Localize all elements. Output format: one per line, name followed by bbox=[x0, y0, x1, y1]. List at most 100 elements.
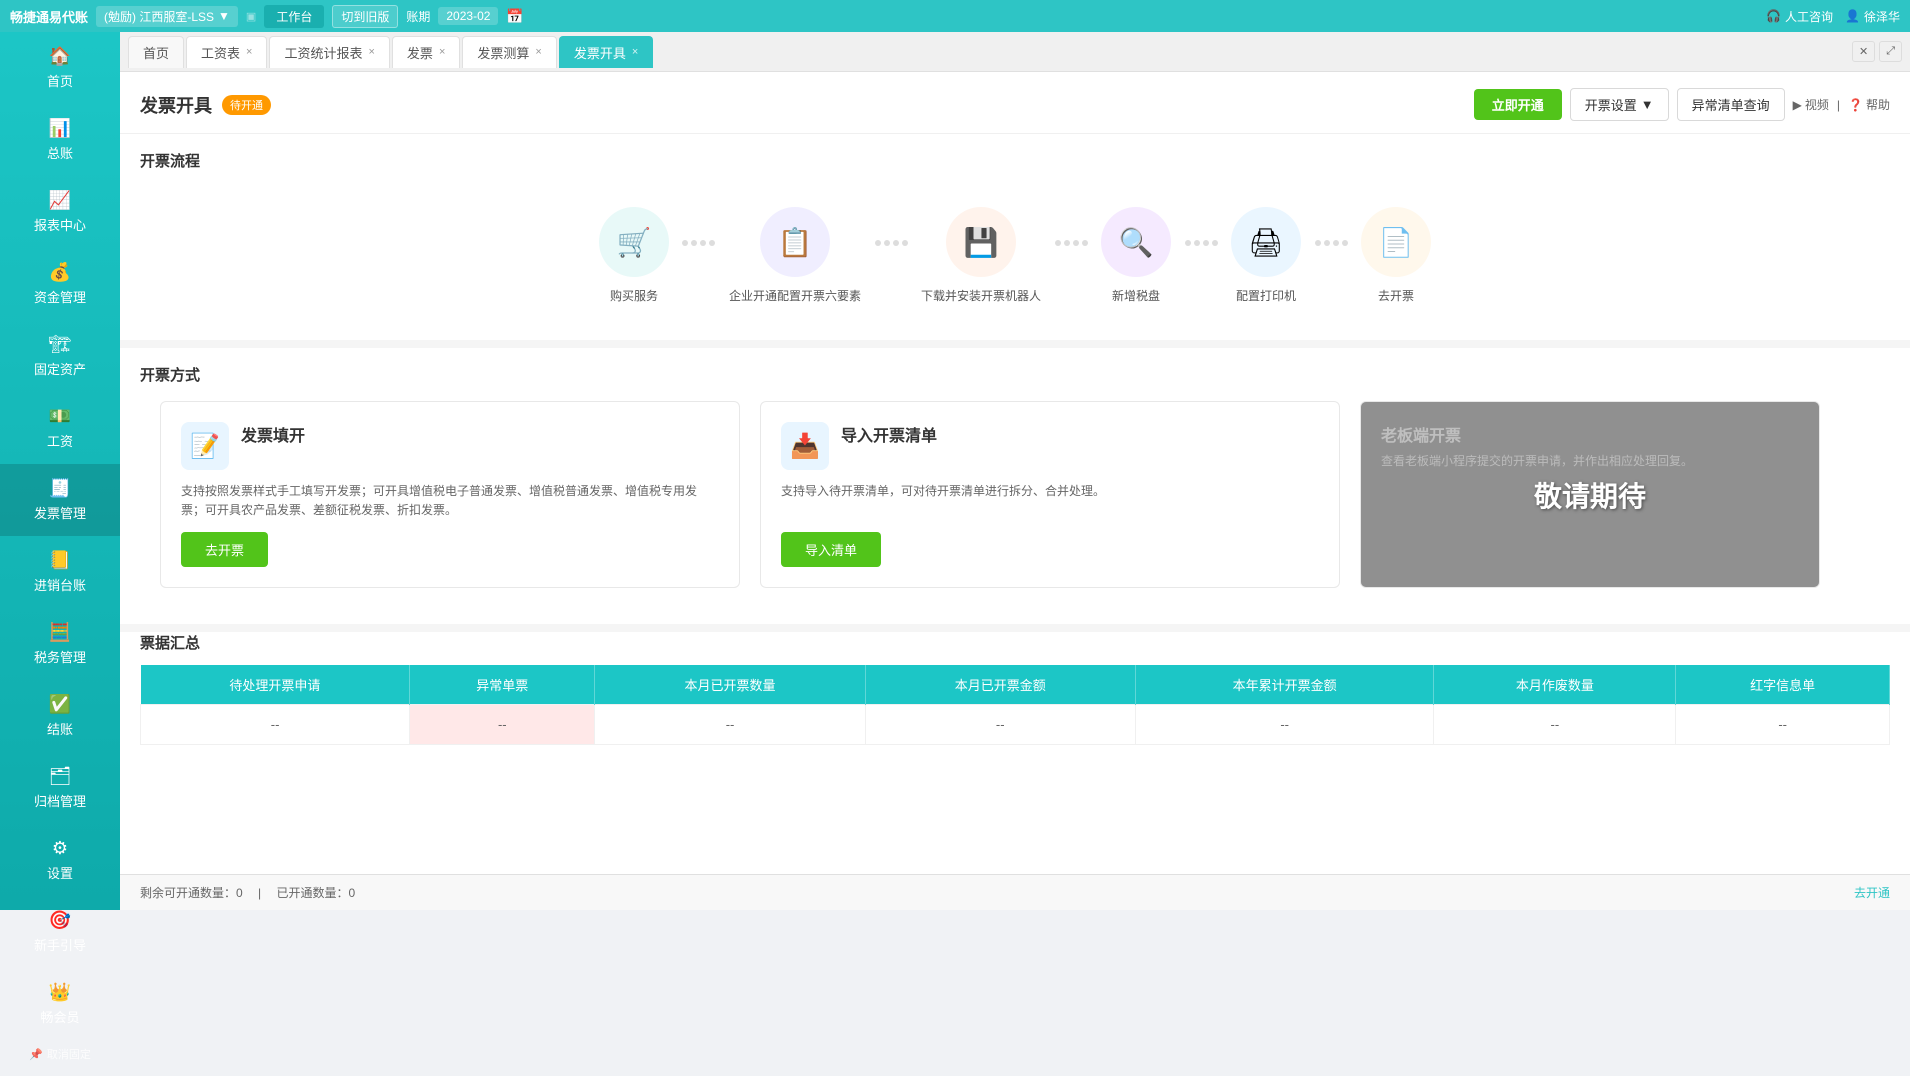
sidebar-item-ledger[interactable]: 📊 总账 bbox=[0, 104, 120, 176]
abnormal-query-button[interactable]: 异常清单查询 bbox=[1677, 88, 1785, 121]
step-6-icon: 📄 bbox=[1361, 207, 1431, 277]
summary-col-3: 本月已开票金额 bbox=[865, 665, 1135, 705]
sidebar-label-guide: 新手引导 bbox=[34, 935, 86, 954]
main-layout: 🏠 首页 📊 总账 📈 报表中心 💰 资金管理 🏗 固定资产 💵 工资 🧾 发票… bbox=[0, 32, 1910, 910]
summary-col-1: 异常单票 bbox=[410, 665, 595, 705]
tab-invoice-close[interactable]: × bbox=[439, 46, 445, 58]
workflow-step-5: 🖨 配置打印机 bbox=[1231, 207, 1301, 304]
company-selector[interactable]: (勉励) 江西服室-LSS ▼ bbox=[96, 6, 238, 27]
step-3-icon: 💾 bbox=[946, 207, 1016, 277]
configure-icon: 📋 bbox=[778, 226, 813, 259]
summary-col-6: 红字信息单 bbox=[1676, 665, 1890, 705]
sidebar-item-funds[interactable]: 💰 资金管理 bbox=[0, 248, 120, 320]
consultant-btn[interactable]: 🎧 人工咨询 bbox=[1766, 8, 1833, 25]
sidebar-item-payroll[interactable]: 💵 工资 bbox=[0, 392, 120, 464]
sidebar-item-home[interactable]: 🏠 首页 bbox=[0, 32, 120, 104]
step-5-icon: 🖨 bbox=[1231, 207, 1301, 277]
help-area: ▶ 视频 | ❓ 帮助 bbox=[1793, 96, 1890, 113]
tab-payroll-close[interactable]: × bbox=[246, 46, 252, 58]
old-version-button[interactable]: 切到旧版 bbox=[332, 5, 398, 28]
top-bar-left: 畅捷通易代账 (勉励) 江西服室-LSS ▼ ▣ 工作台 切到旧版 账期 202… bbox=[10, 5, 524, 28]
user-profile[interactable]: 👤 徐泽华 bbox=[1845, 8, 1900, 25]
tax-icon: 🧮 bbox=[49, 622, 71, 643]
help-link[interactable]: ❓ 帮助 bbox=[1848, 96, 1890, 113]
tab-invoice-issue-close[interactable]: × bbox=[632, 46, 638, 58]
sidebar-item-member[interactable]: 👑 畅会员 bbox=[0, 968, 120, 1040]
method-1-button[interactable]: 去开票 bbox=[181, 532, 268, 567]
invoice-icon: 🧾 bbox=[49, 478, 71, 499]
video-help[interactable]: ▶ 视频 bbox=[1793, 96, 1829, 113]
method-card-1: 📝 发票填开 支持按照发票样式手工填写开发票；可开具增值税电子普通发票、增值税普… bbox=[160, 401, 740, 588]
tab-close-all-btn[interactable]: ✕ bbox=[1852, 41, 1875, 62]
sidebar-item-assets[interactable]: 🏗 固定资产 bbox=[0, 320, 120, 392]
settings-icon: ⚙ bbox=[52, 838, 68, 859]
summary-title: 票据汇总 bbox=[140, 632, 1890, 653]
sidebar-label-archive: 归档管理 bbox=[34, 791, 86, 810]
sidebar-item-settings[interactable]: ⚙ 设置 bbox=[0, 824, 120, 896]
sidebar-label-funds: 资金管理 bbox=[34, 287, 86, 306]
footer-info: 剩余可开通数量：0 | 已开通数量：0 bbox=[140, 884, 355, 901]
separator: ▣ bbox=[246, 10, 256, 23]
open-now-button[interactable]: 立即开通 bbox=[1474, 89, 1562, 120]
headset-icon: 🎧 bbox=[1766, 9, 1781, 23]
period-badge[interactable]: 2023-02 bbox=[438, 7, 498, 25]
tab-restore-btn[interactable]: ⤢ bbox=[1879, 41, 1902, 62]
step-3-label: 下载并安装开票机器人 bbox=[921, 287, 1041, 304]
sidebar-item-invoice[interactable]: 🧾 发票管理 bbox=[0, 464, 120, 536]
purchase-sales-icon: 📒 bbox=[49, 550, 71, 571]
ledger-icon: 📊 bbox=[49, 118, 71, 139]
tab-invoice-calc-close[interactable]: × bbox=[535, 46, 541, 58]
view-label: 视频 bbox=[1805, 96, 1829, 113]
sidebar-item-guide[interactable]: 🎯 新手引导 bbox=[0, 896, 120, 968]
method-2-button[interactable]: 导入清单 bbox=[781, 532, 881, 567]
printer-icon: 🖨 bbox=[1248, 226, 1284, 259]
sidebar-item-purchase-sales[interactable]: 📒 进销台账 bbox=[0, 536, 120, 608]
sidebar: 🏠 首页 📊 总账 📈 报表中心 💰 资金管理 🏗 固定资产 💵 工资 🧾 发票… bbox=[0, 32, 120, 910]
tab-payroll[interactable]: 工资表 × bbox=[186, 36, 267, 68]
workflow-steps: 🛒 购买服务 📋 企业开通配置开票六要素 bbox=[140, 187, 1890, 324]
tab-invoice-issue[interactable]: 发票开具 × bbox=[559, 36, 653, 68]
tab-home[interactable]: 首页 bbox=[128, 36, 184, 68]
workflow-section: 开票流程 🛒 购买服务 📋 bbox=[120, 134, 1910, 340]
step-6-label: 去开票 bbox=[1378, 287, 1414, 304]
sidebar-bottom: 📌 取消固定 bbox=[0, 1040, 120, 1076]
archive-icon: 🗂 bbox=[49, 766, 72, 787]
method-2-header: 📥 导入开票清单 bbox=[781, 422, 1319, 470]
sidebar-item-reports[interactable]: 📈 报表中心 bbox=[0, 176, 120, 248]
download-icon: 💾 bbox=[964, 226, 999, 259]
user-icon: 👤 bbox=[1845, 9, 1860, 23]
method-card-3: 老板端开票 查看老板端小程序提交的开票申请，并作出相应处理回复。 敬请期待 bbox=[1360, 401, 1820, 588]
workflow-step-4: 🔍 新增税盘 bbox=[1101, 207, 1171, 304]
coming-soon-text: 敬请期待 bbox=[1534, 475, 1646, 515]
page-header: 发票开具 待开通 立即开通 开票设置 ▼ 异常清单查询 ▶ 视频 bbox=[120, 72, 1910, 134]
invoice-methods: 📝 发票填开 支持按照发票样式手工填写开发票；可开具增值税电子普通发票、增值税普… bbox=[140, 401, 1890, 608]
tab-payroll-report-close[interactable]: × bbox=[368, 46, 374, 58]
summary-val-5: -- bbox=[1434, 705, 1676, 745]
settings-button[interactable]: 开票设置 ▼ bbox=[1570, 88, 1669, 121]
step-arrow-4 bbox=[1171, 240, 1231, 246]
sidebar-item-tax[interactable]: 🧮 税务管理 bbox=[0, 608, 120, 680]
sidebar-label-assets: 固定资产 bbox=[34, 359, 86, 378]
opened-label: 已开通数量：0 bbox=[277, 886, 356, 900]
home-icon: 🏠 bbox=[49, 46, 71, 67]
step-arrow-2 bbox=[861, 240, 921, 246]
tab-invoice-calc[interactable]: 发票测算 × bbox=[462, 36, 556, 68]
sidebar-item-archive[interactable]: 🗂 归档管理 bbox=[0, 752, 120, 824]
summary-val-3: -- bbox=[865, 705, 1135, 745]
step-1-icon: 🛒 bbox=[599, 207, 669, 277]
go-open-link[interactable]: 去开通 bbox=[1854, 884, 1890, 901]
workbench-button[interactable]: 工作台 bbox=[264, 5, 324, 28]
payroll-icon: 💵 bbox=[49, 406, 71, 427]
step-4-icon: 🔍 bbox=[1101, 207, 1171, 277]
summary-col-0: 待处理开票申请 bbox=[141, 665, 410, 705]
chevron-settings-icon: ▼ bbox=[1641, 97, 1654, 112]
tab-invoice[interactable]: 发票 × bbox=[392, 36, 460, 68]
summary-table: 待处理开票申请 异常单票 本月已开票数量 本月已开票金额 本年累计开票金额 本月… bbox=[140, 665, 1890, 745]
sidebar-item-checkout[interactable]: ✅ 结账 bbox=[0, 680, 120, 752]
tab-payroll-report[interactable]: 工资统计报表 × bbox=[269, 36, 389, 68]
pin-label: 取消固定 bbox=[47, 1046, 91, 1062]
chevron-down-icon: ▼ bbox=[218, 9, 230, 23]
settings-button-label: 开票设置 bbox=[1585, 95, 1637, 114]
pin-button[interactable]: 📌 取消固定 bbox=[29, 1040, 91, 1068]
workflow-step-6: 📄 去开票 bbox=[1361, 207, 1431, 304]
